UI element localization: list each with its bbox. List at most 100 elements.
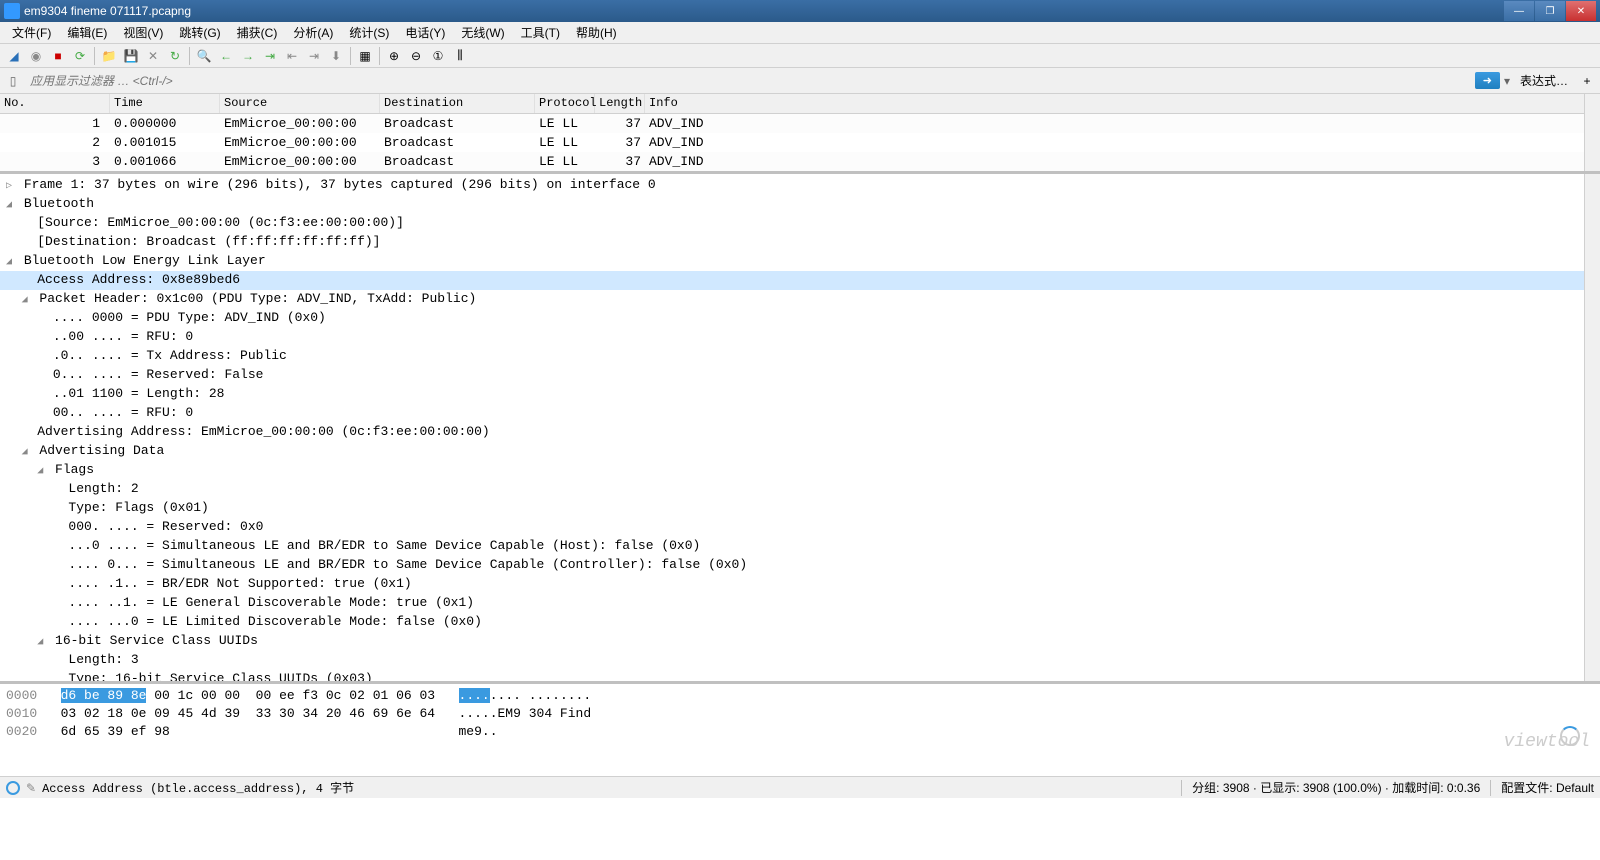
add-filter-button[interactable]: + [1578,72,1596,90]
zoom-reset-icon[interactable]: ① [428,46,448,66]
packet-rows: 1 0.000000 EmMicroe_00:00:00 Broadcast L… [0,114,1600,171]
goto-icon[interactable]: ⇥ [260,46,280,66]
tree-flags[interactable]: ◢ Flags [0,461,1600,480]
expert-info-icon[interactable] [6,781,20,795]
status-profile[interactable]: 配置文件: Default [1501,779,1594,796]
maximize-button[interactable]: ❐ [1535,1,1565,21]
bookmark-icon[interactable]: ▯ [4,72,22,90]
last-icon[interactable]: ⇥ [304,46,324,66]
hex-line[interactable]: 0020 6d 65 39 ef 98 me9.. [6,724,1594,742]
reload-icon[interactable]: ↻ [165,46,185,66]
collapse-icon[interactable]: ◢ [6,256,16,268]
tree-item[interactable]: Type: 16-bit Service Class UUIDs (0x03) [0,670,1600,684]
tree-packet-header[interactable]: ◢ Packet Header: 0x1c00 (PDU Type: ADV_I… [0,290,1600,309]
col-time[interactable]: Time [110,94,220,113]
col-protocol[interactable]: Protocol [535,94,595,113]
tree-item[interactable]: 000. .... = Reserved: 0x0 [0,518,1600,537]
packet-row[interactable]: 3 0.001066 EmMicroe_00:00:00 Broadcast L… [0,152,1600,171]
collapse-icon[interactable]: ◢ [22,294,32,306]
tree-item[interactable]: .... 0... = Simultaneous LE and BR/EDR t… [0,556,1600,575]
expand-icon[interactable]: ▷ [6,180,16,192]
tree-bluetooth[interactable]: ◢ Bluetooth [0,195,1600,214]
cell-proto: LE LL [535,134,595,151]
tree-item[interactable]: .... .1.. = BR/EDR Not Supported: true (… [0,575,1600,594]
hex-line[interactable]: 0000 d6 be 89 8e 00 1c 00 00 00 ee f3 0c… [6,688,1594,706]
menu-stats[interactable]: 统计(S) [341,22,397,43]
find-icon[interactable]: 🔍 [194,46,214,66]
menu-tools[interactable]: 工具(T) [513,22,568,43]
tree-item[interactable]: 00.. .... = RFU: 0 [0,404,1600,423]
minimize-button[interactable]: — [1504,1,1534,21]
tree-item[interactable]: ..01 1100 = Length: 28 [0,385,1600,404]
autoscroll-icon[interactable]: ⬇ [326,46,346,66]
packet-list-pane: No. Time Source Destination Protocol Len… [0,94,1600,174]
collapse-icon[interactable]: ◢ [37,636,47,648]
menu-analyze[interactable]: 分析(A) [285,22,341,43]
col-destination[interactable]: Destination [380,94,535,113]
packet-details-pane: ▷ Frame 1: 37 bytes on wire (296 bits), … [0,174,1600,684]
packet-row[interactable]: 2 0.001015 EmMicroe_00:00:00 Broadcast L… [0,133,1600,152]
menu-capture[interactable]: 捕获(C) [229,22,286,43]
ascii-highlight: .... [459,688,490,703]
colorize-icon[interactable]: ▦ [355,46,375,66]
stop-capture-icon[interactable]: ◉ [26,46,46,66]
tree-item[interactable]: Advertising Address: EmMicroe_00:00:00 (… [0,423,1600,442]
apply-filter-icon[interactable]: ➜ [1475,72,1500,89]
start-capture-icon[interactable]: ◢ [4,46,24,66]
first-icon[interactable]: ⇤ [282,46,302,66]
display-filter-input[interactable] [26,71,1471,91]
tree-item[interactable]: .... 0000 = PDU Type: ADV_IND (0x0) [0,309,1600,328]
collapse-icon[interactable]: ◢ [37,465,47,477]
prev-icon[interactable]: ← [216,46,236,66]
zoom-out-icon[interactable]: ⊖ [406,46,426,66]
col-source[interactable]: Source [220,94,380,113]
scrollbar[interactable] [1584,174,1600,681]
menu-edit[interactable]: 编辑(E) [59,22,115,43]
tree-adv-data[interactable]: ◢ Advertising Data [0,442,1600,461]
menu-help[interactable]: 帮助(H) [568,22,625,43]
tree-frame[interactable]: ▷ Frame 1: 37 bytes on wire (296 bits), … [0,176,1600,195]
tree-uuids[interactable]: ◢ 16-bit Service Class UUIDs [0,632,1600,651]
tree-item[interactable]: Length: 3 [0,651,1600,670]
restart-capture-icon[interactable]: ■ [48,46,68,66]
packet-row[interactable]: 1 0.000000 EmMicroe_00:00:00 Broadcast L… [0,114,1600,133]
menu-wireless[interactable]: 无线(W) [453,22,512,43]
resize-cols-icon[interactable]: ⫼ [450,46,470,66]
open-file-icon[interactable]: 📁 [99,46,119,66]
scrollbar[interactable] [1584,94,1600,171]
tree-item[interactable]: Type: Flags (0x01) [0,499,1600,518]
collapse-icon[interactable]: ◢ [6,199,16,211]
menu-go[interactable]: 跳转(G) [171,22,228,43]
cell-info: ADV_IND [645,115,1600,132]
capture-options-icon[interactable]: ⟳ [70,46,90,66]
cell-len: 37 [595,115,645,132]
tree-item[interactable]: .0.. .... = Tx Address: Public [0,347,1600,366]
hex-line[interactable]: 0010 03 02 18 0e 09 45 4d 39 33 30 34 20… [6,706,1594,724]
close-file-icon[interactable]: ✕ [143,46,163,66]
menu-view[interactable]: 视图(V) [115,22,171,43]
expression-button[interactable]: 表达式… [1514,72,1574,89]
zoom-in-icon[interactable]: ⊕ [384,46,404,66]
tree-ble-ll[interactable]: ◢ Bluetooth Low Energy Link Layer [0,252,1600,271]
cell-no: 1 [0,115,110,132]
tree-item[interactable]: .... ..1. = LE General Discoverable Mode… [0,594,1600,613]
tree-item[interactable]: .... ...0 = LE Limited Discoverable Mode… [0,613,1600,632]
tree-access-address[interactable]: Access Address: 0x8e89bed6 [0,271,1600,290]
save-file-icon[interactable]: 💾 [121,46,141,66]
filter-bar: ▯ ➜ ▾ 表达式… + [0,68,1600,94]
tree-item[interactable]: Length: 2 [0,480,1600,499]
tree-item[interactable]: ..00 .... = RFU: 0 [0,328,1600,347]
tree-item[interactable]: [Source: EmMicroe_00:00:00 (0c:f3:ee:00:… [0,214,1600,233]
col-length[interactable]: Length [595,94,645,113]
close-button[interactable]: ✕ [1566,1,1596,21]
menu-telephony[interactable]: 电话(Y) [397,22,453,43]
capture-icon[interactable]: ✎ [26,781,36,795]
tree-item[interactable]: ...0 .... = Simultaneous LE and BR/EDR t… [0,537,1600,556]
menu-file[interactable]: 文件(F) [4,22,59,43]
tree-item[interactable]: [Destination: Broadcast (ff:ff:ff:ff:ff:… [0,233,1600,252]
collapse-icon[interactable]: ◢ [22,446,32,458]
col-no[interactable]: No. [0,94,110,113]
next-icon[interactable]: → [238,46,258,66]
col-info[interactable]: Info [645,94,1600,113]
tree-item[interactable]: 0... .... = Reserved: False [0,366,1600,385]
